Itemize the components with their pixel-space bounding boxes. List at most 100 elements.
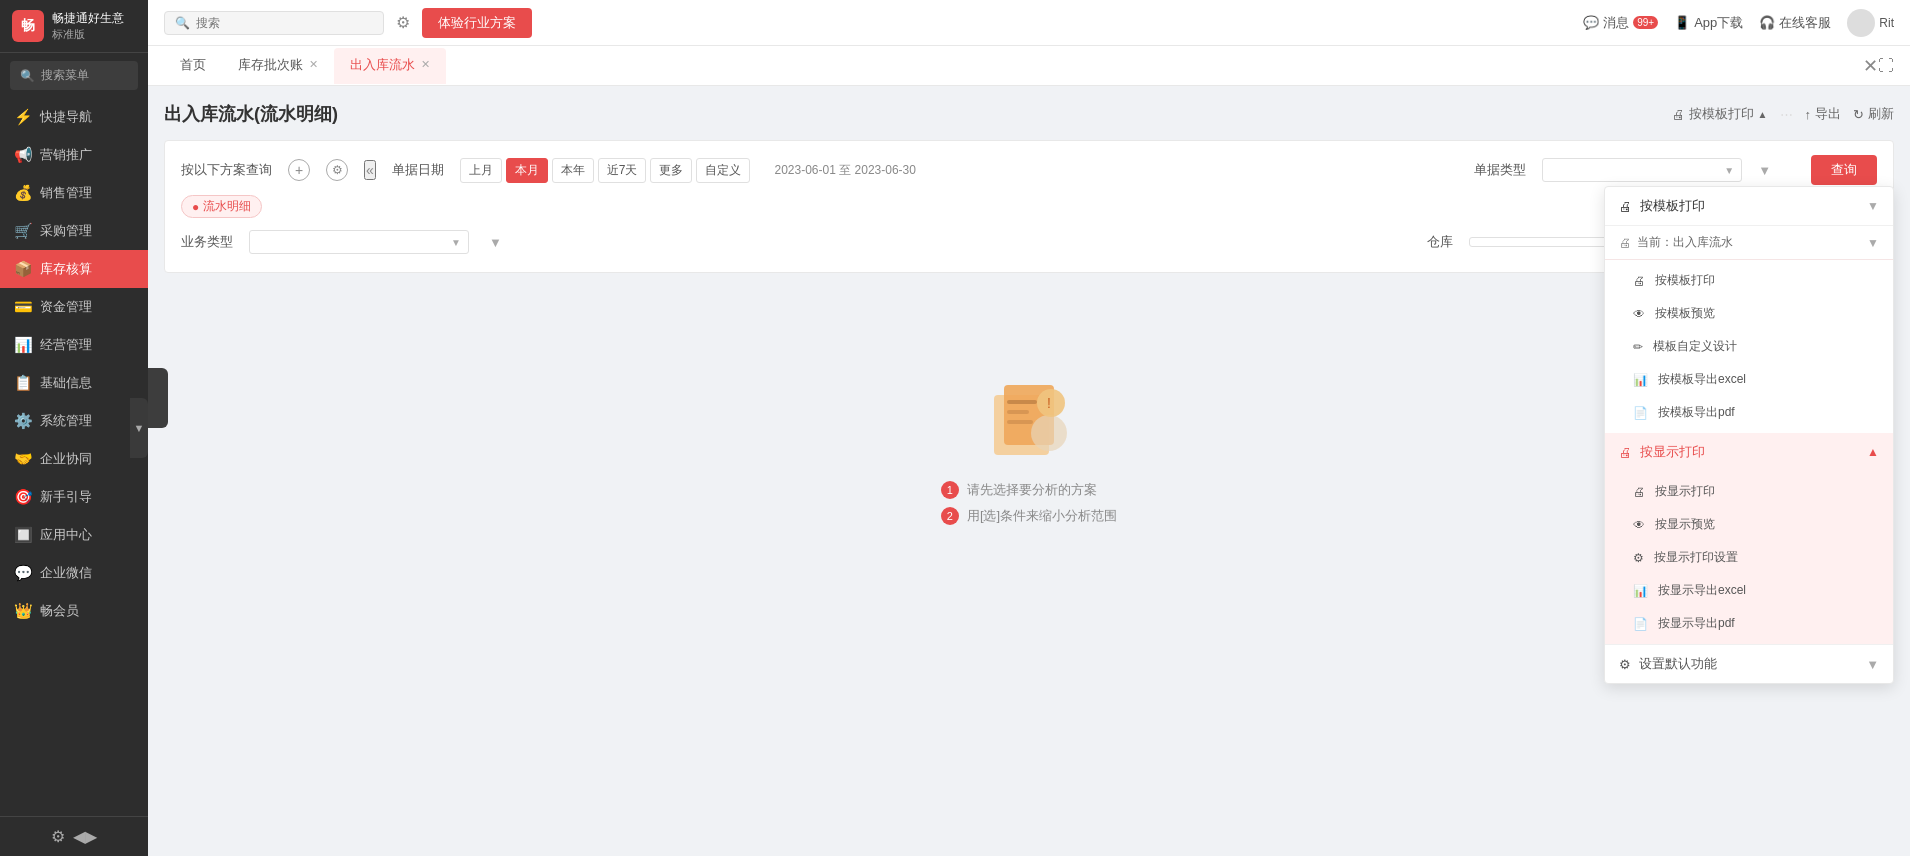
date-this-month-btn[interactable]: 本月	[506, 158, 548, 183]
tabs-bar: 首页 库存批次账 ✕ 出入库流水 ✕ ✕ ⛶	[148, 46, 1910, 86]
step-2-num: 2	[941, 507, 959, 525]
template-customize-icon: ✏	[1633, 340, 1643, 354]
settings-footer-button[interactable]: ⚙	[51, 827, 65, 846]
search-menu-button[interactable]: 🔍 搜索菜单	[10, 61, 138, 90]
date-last-month-btn[interactable]: 上月	[460, 158, 502, 183]
sidebar-item-appstore[interactable]: 🔲 应用中心	[0, 516, 148, 554]
type-select[interactable]	[1542, 158, 1742, 182]
dropdown-template-header[interactable]: 🖨 按模板打印 ▼	[1605, 187, 1893, 226]
sidebar-nav: ⚡ 快捷导航 📢 营销推广 💰 销售管理 🛒 采购管理 📦 库存核算 💳 资金管…	[0, 98, 148, 816]
sidebar-item-marketing[interactable]: 📢 营销推广	[0, 136, 148, 174]
topbar-gear-icon[interactable]: ⚙	[396, 13, 410, 32]
sidebar-item-collab[interactable]: 🤝 企业协同	[0, 440, 148, 478]
filter-settings-icon[interactable]: ⚙	[326, 159, 348, 181]
biz-type-chevron-icon[interactable]: ▼	[489, 235, 502, 250]
online-service-btn[interactable]: 🎧 在线客服	[1759, 14, 1831, 32]
filter-collapse-icon[interactable]: «	[364, 160, 376, 180]
template-export-excel-item[interactable]: 📊 按模板导出excel	[1605, 363, 1893, 396]
default-settings-icon: ⚙	[1619, 657, 1631, 672]
avatar	[1847, 9, 1875, 37]
sidebar-scroll-arrow[interactable]: ▼	[130, 398, 148, 458]
dropdown-display-submenu: 🖨 按显示打印 👁 按显示预览 ⚙ 按显示打印设置 📊 按显示导出excel	[1605, 471, 1893, 644]
sidebar-item-purchase[interactable]: 🛒 采购管理	[0, 212, 148, 250]
date-custom-btn[interactable]: 自定义	[696, 158, 750, 183]
template-export-pdf-item[interactable]: 📄 按模板导出pdf	[1605, 396, 1893, 429]
sales-icon: 💰	[14, 184, 32, 202]
date-this-year-btn[interactable]: 本年	[552, 158, 594, 183]
topbar-search-icon: 🔍	[175, 16, 190, 30]
user-avatar-btn[interactable]: Rit	[1847, 9, 1894, 37]
template-print-item[interactable]: 🖨 按模板打印	[1605, 264, 1893, 297]
expand-panel-btn[interactable]: ⛶	[1878, 57, 1894, 75]
username-label: Rit	[1879, 16, 1894, 30]
svg-text:!: !	[1047, 395, 1051, 411]
type-select-wrapper	[1542, 158, 1742, 182]
biz-type-select-wrapper	[249, 230, 469, 254]
date-btn-group: 上月 本月 本年 近7天 更多 自定义	[460, 158, 751, 183]
app-download-btn[interactable]: 📱 App下载	[1674, 14, 1743, 32]
export-icon: ↑	[1805, 107, 1812, 122]
tab-home[interactable]: 首页	[164, 48, 222, 84]
dropdown-display-title: 🖨 按显示打印	[1619, 443, 1705, 461]
message-btn[interactable]: 💬 消息 99+	[1583, 14, 1658, 32]
display-export-pdf-item[interactable]: 📄 按显示导出pdf	[1605, 607, 1893, 640]
sidebar-item-inventory[interactable]: 📦 库存核算	[0, 250, 148, 288]
print-template-btn[interactable]: 🖨 按模板打印 ▲	[1672, 105, 1768, 123]
date-last-7days-btn[interactable]: 近7天	[598, 158, 647, 183]
sidebar-item-finance[interactable]: 💳 资金管理	[0, 288, 148, 326]
empty-step-2: 2 用[选]条件来缩小分析范围	[941, 507, 1117, 525]
display-print-header-icon: 🖨	[1619, 445, 1632, 460]
collapse-sidebar-button[interactable]: ◀▶	[73, 827, 97, 846]
sidebar-item-system[interactable]: ⚙️ 系统管理	[0, 402, 148, 440]
page-actions: 🖨 按模板打印 ▲ ⋯ ↑ 导出 ↻ 刷新	[1672, 105, 1894, 123]
type-more-icon[interactable]: ▼	[1758, 163, 1771, 178]
sidebar-footer: ⚙ ◀▶	[0, 816, 148, 856]
filter-add-btn[interactable]: +	[288, 159, 310, 181]
filter-tag-detail[interactable]: ● 流水明细	[181, 195, 262, 218]
display-export-excel-item[interactable]: 📊 按显示导出excel	[1605, 574, 1893, 607]
dropdown-current-label: 🖨 当前：出入库流水 ▼	[1605, 226, 1893, 260]
display-preview-item[interactable]: 👁 按显示预览	[1605, 508, 1893, 541]
topbar-search-input[interactable]	[196, 16, 336, 30]
display-print-icon: 🖨	[1633, 485, 1645, 499]
sidebar-item-wechat[interactable]: 💬 企业微信	[0, 554, 148, 592]
sidebar-item-basic[interactable]: 📋 基础信息	[0, 364, 148, 402]
appstore-icon: 🔲	[14, 526, 32, 544]
warehouse-label: 仓库	[1427, 233, 1453, 251]
svg-rect-5	[1007, 420, 1033, 424]
sidebar-item-member[interactable]: 👑 畅会员	[0, 592, 148, 630]
svg-point-6	[1037, 389, 1065, 417]
refresh-btn[interactable]: ↻ 刷新	[1853, 105, 1894, 123]
page-title: 出入库流水(流水明细)	[164, 102, 338, 126]
display-preview-icon: 👁	[1633, 518, 1645, 532]
tab-flow[interactable]: 出入库流水 ✕	[334, 48, 446, 84]
template-preview-icon: 👁	[1633, 307, 1645, 321]
step-1-num: 1	[941, 481, 959, 499]
sidebar: 畅 畅捷通好生意 标准版 🔍 搜索菜单 ⚡ 快捷导航 📢 营销推广 💰 销售管理…	[0, 0, 148, 856]
date-more-btn[interactable]: 更多	[650, 158, 692, 183]
sidebar-item-operation[interactable]: 📊 经营管理	[0, 326, 148, 364]
sidebar-item-guide[interactable]: 🎯 新手引导	[0, 478, 148, 516]
collab-icon: 🤝	[14, 450, 32, 468]
divider-1: ⋯	[1780, 107, 1793, 122]
sidebar-item-sales[interactable]: 💰 销售管理	[0, 174, 148, 212]
tab-batch-close[interactable]: ✕	[309, 58, 318, 71]
query-btn[interactable]: 查询	[1811, 155, 1877, 185]
empty-icon: !	[979, 365, 1079, 465]
template-preview-item[interactable]: 👁 按模板预览	[1605, 297, 1893, 330]
template-customize-item[interactable]: ✏ 模板自定义设计	[1605, 330, 1893, 363]
trial-btn[interactable]: 体验行业方案	[422, 8, 532, 38]
export-btn[interactable]: ↑ 导出	[1805, 105, 1842, 123]
display-print-settings-item[interactable]: ⚙ 按显示打印设置	[1605, 541, 1893, 574]
display-print-item[interactable]: 🖨 按显示打印	[1605, 475, 1893, 508]
close-panel-btn[interactable]: ✕	[1863, 55, 1878, 77]
dropdown-display-header[interactable]: 🖨 按显示打印 ▲	[1605, 433, 1893, 471]
operation-icon: 📊	[14, 336, 32, 354]
tab-batch[interactable]: 库存批次账 ✕	[222, 48, 334, 84]
sidebar-item-shortcut[interactable]: ⚡ 快捷导航	[0, 98, 148, 136]
template-chevron-icon: ▼	[1867, 199, 1879, 213]
dropdown-section-default[interactable]: ⚙ 设置默认功能 ▼	[1605, 644, 1893, 683]
empty-step-1: 1 请先选择要分析的方案	[941, 481, 1117, 499]
tab-flow-close[interactable]: ✕	[421, 58, 430, 71]
biz-type-select[interactable]	[249, 230, 469, 254]
